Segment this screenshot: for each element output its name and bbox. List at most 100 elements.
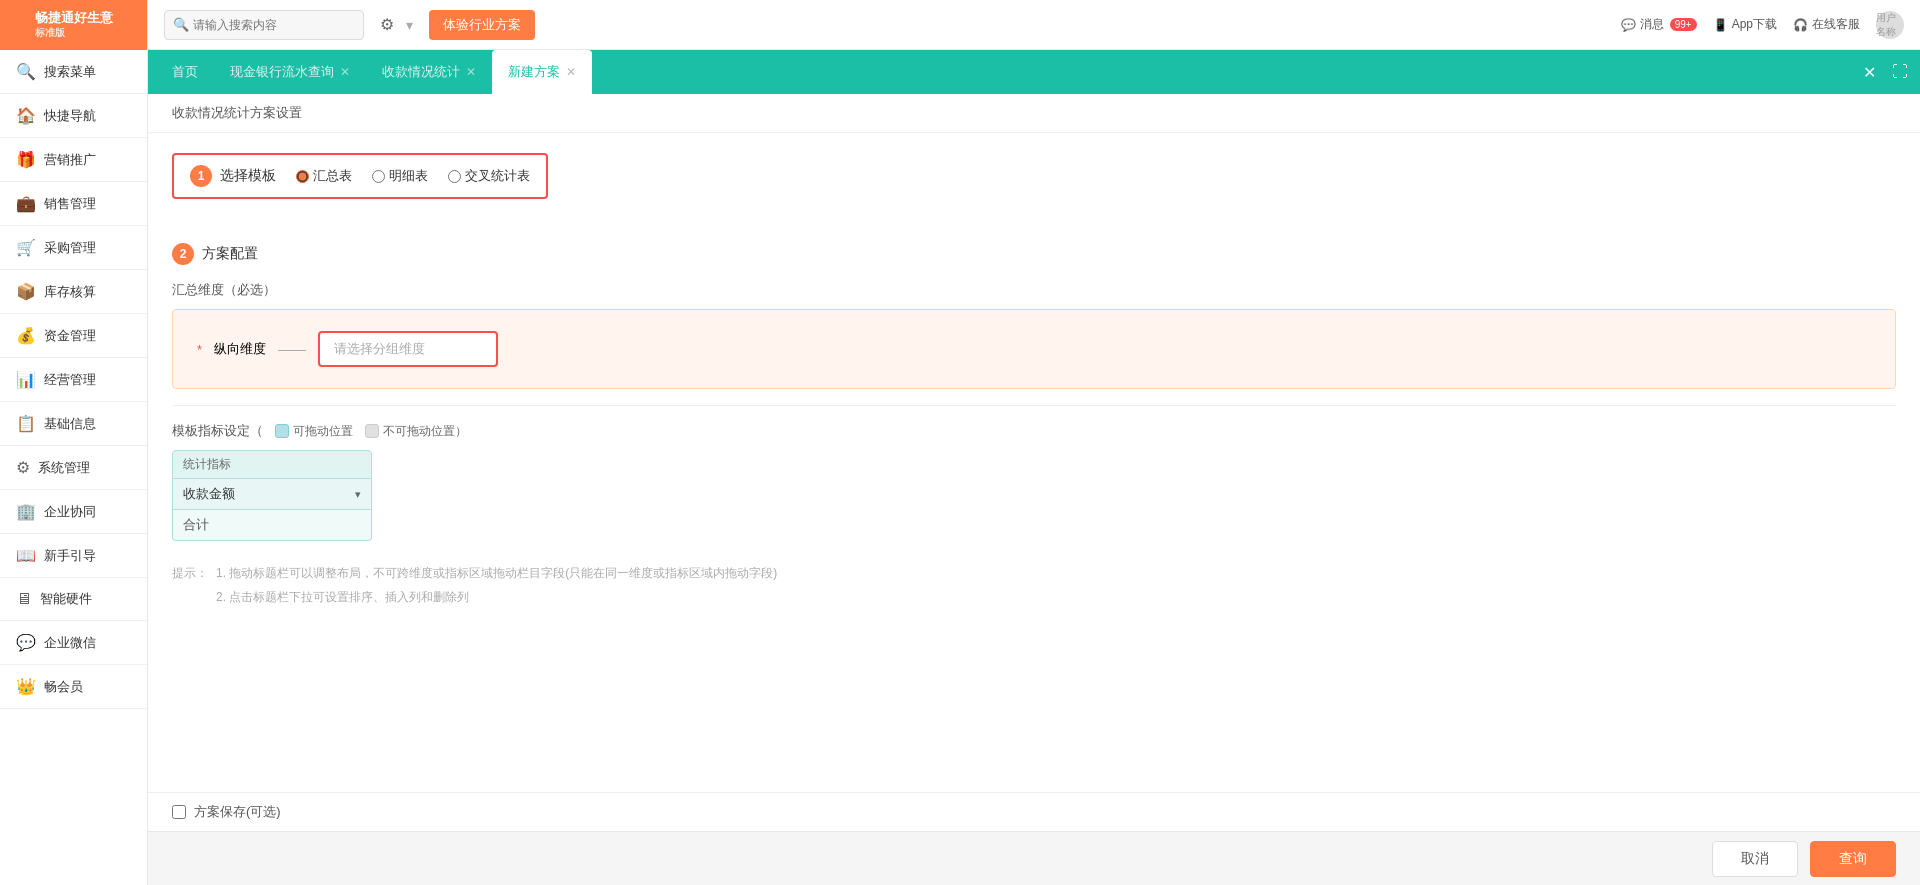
dropdown-icon[interactable]: ▾ [406,17,413,33]
tab-bank-flow-label: 现金银行流水查询 [230,63,334,81]
sidebar-item-quick-nav[interactable]: 🏠 快捷导航 [0,94,147,138]
sidebar-item-search-menu[interactable]: 🔍 搜索菜单 [0,50,147,94]
sidebar-item-wechat[interactable]: 💬 企业微信 [0,621,147,665]
tip-line-2: 提示： 2. 点击标题栏下拉可设置排序、插入列和删除列 [172,585,1896,609]
sidebar-item-guide[interactable]: 📖 新手引导 [0,534,147,578]
search-input[interactable] [193,18,353,32]
sidebar-item-label: 系统管理 [38,459,90,477]
arrow-icon: —— [278,341,306,357]
draggable-dot [275,424,289,438]
tabbar-actions: ✕ ⛶ [1859,59,1912,86]
tab-bank-flow-close-icon[interactable]: ✕ [340,65,350,79]
sidebar-item-label: 销售管理 [44,195,96,213]
close-all-tabs-button[interactable]: ✕ [1859,59,1880,86]
search-icon: 🔍 [173,17,189,32]
home-icon: 🏠 [16,106,36,125]
sidebar-item-marketing[interactable]: 🎁 营销推广 [0,138,147,182]
dimension-selector[interactable]: 请选择分组维度 [318,331,498,367]
notifications-item[interactable]: 💬 消息 99+ [1621,16,1697,33]
sidebar-item-label: 资金管理 [44,327,96,345]
tab-home[interactable]: 首页 [156,50,214,94]
monitor-icon: 🖥 [16,590,32,608]
sidebar-item-inventory[interactable]: 📦 库存核算 [0,270,147,314]
breadcrumb-text: 收款情况统计方案设置 [172,105,302,120]
search-menu-icon: 🔍 [16,62,36,81]
breadcrumb: 收款情况统计方案设置 [148,94,1920,133]
tab-collection-stats-close-icon[interactable]: ✕ [466,65,476,79]
draggable-legend-label: 可拖动位置 [293,423,353,440]
cancel-button[interactable]: 取消 [1712,841,1798,877]
sidebar-item-purchase[interactable]: 🛒 采购管理 [0,226,147,270]
radio-cross-input[interactable] [448,170,461,183]
topbar: 🔍 ⚙ ▾ 体验行业方案 💬 消息 99+ 📱 App下载 🎧 在线客服 用户名… [148,0,1920,50]
non-draggable-legend-label: 不可拖动位置） [383,423,467,440]
clipboard-icon: 📋 [16,414,36,433]
tab-bank-flow[interactable]: 现金银行流水查询 ✕ [214,50,366,94]
radio-detail-input[interactable] [372,170,385,183]
save-option-bar: 方案保存(可选) [148,792,1920,831]
sidebar-item-basic-info[interactable]: 📋 基础信息 [0,402,147,446]
money-icon: 💰 [16,326,36,345]
search-box[interactable]: 🔍 [164,10,364,40]
form-container: 1 选择模板 汇总表 明细表 [148,133,1920,792]
metric-item-collection-amount[interactable]: 收款金额 ▾ [172,479,372,510]
download-icon: 📱 [1713,18,1728,32]
save-checkbox[interactable] [172,805,186,819]
tab-collection-stats-label: 收款情况统计 [382,63,460,81]
expand-tab-button[interactable]: ⛶ [1888,59,1912,86]
footer-bar: 取消 查询 [148,831,1920,885]
sidebar-item-enterprise[interactable]: 🏢 企业协同 [0,490,147,534]
section-divider [172,405,1896,406]
section1-number: 1 [190,165,212,187]
tab-collection-stats[interactable]: 收款情况统计 ✕ [366,50,492,94]
sidebar-item-operations[interactable]: 📊 经营管理 [0,358,147,402]
draggable-legend: 可拖动位置 [275,423,353,440]
tab-home-label: 首页 [172,63,198,81]
metrics-grid-category-label: 统计指标 [172,450,372,479]
radio-detail[interactable]: 明细表 [372,167,428,185]
user-avatar[interactable]: 用户名称 [1876,11,1904,39]
metric-subitem-label: 合计 [183,517,209,532]
download-item[interactable]: 📱 App下载 [1713,16,1777,33]
section1-title: 选择模板 [220,167,276,185]
sidebar-item-label: 新手引导 [44,547,96,565]
support-item[interactable]: 🎧 在线客服 [1793,16,1860,33]
tab-new-plan[interactable]: 新建方案 ✕ [492,50,592,94]
non-draggable-dot [365,424,379,438]
sidebar-item-sales[interactable]: 💼 销售管理 [0,182,147,226]
radio-cross[interactable]: 交叉统计表 [448,167,530,185]
sidebar-item-system[interactable]: ⚙ 系统管理 [0,446,147,490]
template-section: 1 选择模板 汇总表 明细表 [172,153,548,199]
metric-settings-label: 模板指标设定（ [172,422,263,440]
metric-item-name: 收款金额 [183,485,355,503]
user-name: 用户名称 [1876,11,1904,39]
section2-header: 2 方案配置 [172,243,1896,265]
settings-icon[interactable]: ⚙ [380,15,394,34]
non-draggable-legend: 不可拖动位置） [365,423,467,440]
sidebar-item-label: 企业协同 [44,503,96,521]
save-label: 方案保存(可选) [194,803,281,821]
vertical-dim-label: 纵向维度 [214,340,266,358]
sidebar-item-finance[interactable]: 💰 资金管理 [0,314,147,358]
dimension-box: * 纵向维度 —— 请选择分组维度 [172,309,1896,389]
sidebar-item-smart-hw[interactable]: 🖥 智能硬件 [0,578,147,621]
sidebar-nav: 🔍 搜索菜单 🏠 快捷导航 🎁 营销推广 💼 销售管理 🛒 采购管理 📦 库存核… [0,50,147,885]
crown-icon: 👑 [16,677,36,696]
sidebar-item-label: 营销推广 [44,151,96,169]
chart-icon: 📊 [16,370,36,389]
radio-summary[interactable]: 汇总表 [296,167,352,185]
confirm-button[interactable]: 查询 [1810,841,1896,877]
sidebar-item-label: 经营管理 [44,371,96,389]
dimension-label: 汇总维度（必选） [172,281,1896,299]
radio-summary-input[interactable] [296,170,309,183]
bell-icon: 💬 [1621,18,1636,32]
tab-new-plan-close-icon[interactable]: ✕ [566,65,576,79]
industry-solution-button[interactable]: 体验行业方案 [429,10,535,40]
chevron-down-icon[interactable]: ▾ [355,488,361,501]
sidebar-item-label: 企业微信 [44,634,96,652]
radio-detail-label: 明细表 [389,167,428,185]
sidebar-item-label: 快捷导航 [44,107,96,125]
sidebar-item-member[interactable]: 👑 畅会员 [0,665,147,709]
tab-new-plan-label: 新建方案 [508,63,560,81]
tabbar: 首页 现金银行流水查询 ✕ 收款情况统计 ✕ 新建方案 ✕ ✕ ⛶ [148,50,1920,94]
